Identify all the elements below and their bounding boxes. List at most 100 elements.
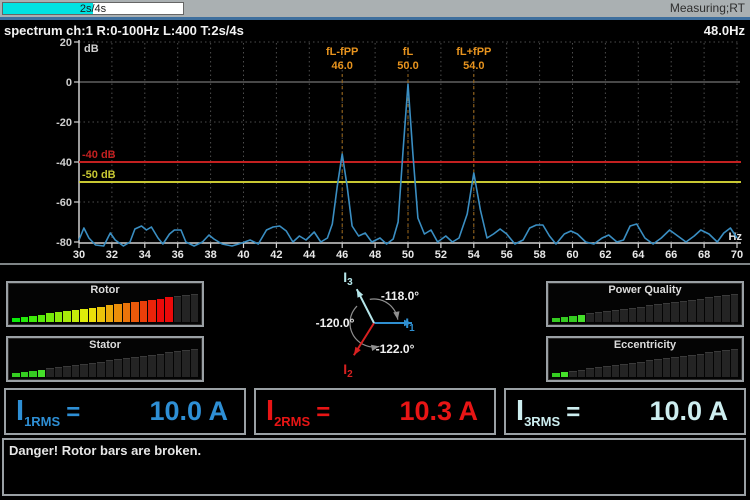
eccentricity-gauge[interactable]: Eccentricity (546, 336, 744, 382)
rotor-fault-gauge[interactable]: Rotor (6, 281, 204, 327)
gauge-bar (662, 358, 670, 377)
gauge-bar (156, 354, 164, 377)
gauge-bar (722, 295, 730, 322)
gauge-bar (654, 359, 662, 377)
svg-text:70: 70 (731, 249, 743, 261)
phasor-vector-i3: I3 (343, 269, 375, 324)
svg-text:64: 64 (632, 249, 645, 261)
svg-text:20: 20 (60, 37, 72, 49)
svg-text:fL-fPP: fL-fPP (326, 46, 358, 58)
svg-text:32: 32 (106, 249, 118, 261)
gauge-bars (552, 347, 738, 377)
i1-rms-label: I1RMS = (16, 394, 81, 429)
i2-rms-value: 10.3 A (399, 396, 478, 426)
gauge-bar (105, 305, 113, 322)
stator-fault-gauge[interactable]: Stator (6, 336, 204, 382)
gauge-bar (594, 367, 602, 377)
gauge-bar (114, 304, 122, 322)
i1-rms-readout[interactable]: I1RMS = 10.0 A (4, 388, 246, 435)
gauge-bar (182, 350, 190, 377)
phasor-vector-i1: I1 (374, 315, 415, 334)
gauge-bar (679, 301, 687, 322)
i1-rms-value: 10.0 A (149, 396, 228, 426)
gauge-bar (671, 302, 679, 322)
gauge-bar (37, 370, 45, 377)
svg-text:68: 68 (698, 249, 710, 261)
gauge-bar (620, 364, 628, 377)
gauge-bar (148, 300, 156, 322)
gauge-bar (603, 311, 611, 322)
svg-text:36: 36 (172, 249, 184, 261)
svg-text:I3: I3 (343, 269, 353, 288)
gauge-bar (611, 365, 619, 377)
svg-text:54.0: 54.0 (463, 60, 484, 72)
gauge-bars (12, 347, 198, 377)
gauge-bar (603, 366, 611, 377)
gauge-bar (620, 309, 628, 322)
gauge-bar (165, 352, 173, 377)
phase-angle-label: -120.0° (316, 316, 355, 330)
gauge-bar (54, 367, 62, 377)
svg-text:42: 42 (270, 249, 282, 261)
gauge-bars (552, 292, 738, 322)
svg-text:30: 30 (73, 249, 85, 261)
gauge-bar (705, 352, 713, 377)
gauge-bar (628, 308, 636, 322)
svg-text:54: 54 (468, 249, 481, 261)
gauge-bar (88, 308, 96, 322)
gauge-bar (63, 311, 71, 322)
gauge-bar (671, 357, 679, 377)
gauge-bar (131, 302, 139, 322)
svg-text:fL+fPP: fL+fPP (456, 46, 491, 58)
gauge-bar (71, 365, 79, 377)
gauge-bars (12, 292, 198, 322)
i2-rms-readout[interactable]: I2RMS = 10.3 A (254, 388, 496, 435)
gauge-bar (594, 312, 602, 322)
gauge-bar (80, 364, 88, 377)
gauge-bar (190, 349, 198, 377)
gauge-bar (29, 371, 37, 377)
gauge-bar (139, 356, 147, 377)
power-quality-gauge[interactable]: Power Quality (546, 281, 744, 327)
i3-rms-readout[interactable]: I3RMS = 10.0 A (504, 388, 746, 435)
svg-text:0: 0 (66, 77, 72, 89)
gauge-bar (645, 305, 653, 322)
gauge-bar (80, 309, 88, 322)
current-phasor-diagram: I1 I2 I3 -118.0° -120.0° -122.0° (316, 269, 420, 380)
gauge-bar (46, 313, 54, 322)
i3-rms-label: I3RMS = (516, 394, 581, 429)
gauge-bar (105, 360, 113, 377)
svg-text:58: 58 (533, 249, 545, 261)
gauge-bar (730, 294, 738, 322)
gauge-bar (29, 316, 37, 322)
gauge-bar (645, 360, 653, 377)
gauge-bar (569, 371, 577, 377)
svg-text:48: 48 (369, 249, 381, 261)
svg-text:-20: -20 (56, 117, 72, 129)
gauge-bar (97, 362, 105, 377)
gauge-bar (173, 296, 181, 322)
svg-text:fL: fL (403, 46, 414, 58)
gauge-bar (662, 303, 670, 322)
svg-text:-50 dB: -50 dB (82, 169, 116, 181)
phase-angle-label: -118.0° (381, 289, 419, 303)
gauge-bar (696, 354, 704, 377)
gauge-bar (713, 351, 721, 377)
svg-text:66: 66 (665, 249, 677, 261)
svg-text:-60: -60 (56, 197, 72, 209)
gauge-bar (705, 297, 713, 322)
svg-text:I1: I1 (405, 315, 415, 334)
gauge-bar (97, 307, 105, 322)
gauge-bar (654, 304, 662, 322)
svg-text:40: 40 (237, 249, 249, 261)
spectrum-plot[interactable]: 20 0 -20 -40 -60 -80 dB 30 32 34 36 38 40 42 44 46 48 50 5… (0, 0, 750, 268)
gauge-bar (46, 368, 54, 377)
gauge-bar (730, 349, 738, 377)
gauge-bar (577, 315, 585, 322)
alarm-message: Danger! Rotor bars are broken. (9, 443, 202, 458)
gauge-bar (552, 373, 560, 377)
gauge-bar (12, 318, 20, 322)
gauge-bar (182, 295, 190, 322)
gauge-bar (148, 355, 156, 377)
svg-text:52: 52 (435, 249, 447, 261)
